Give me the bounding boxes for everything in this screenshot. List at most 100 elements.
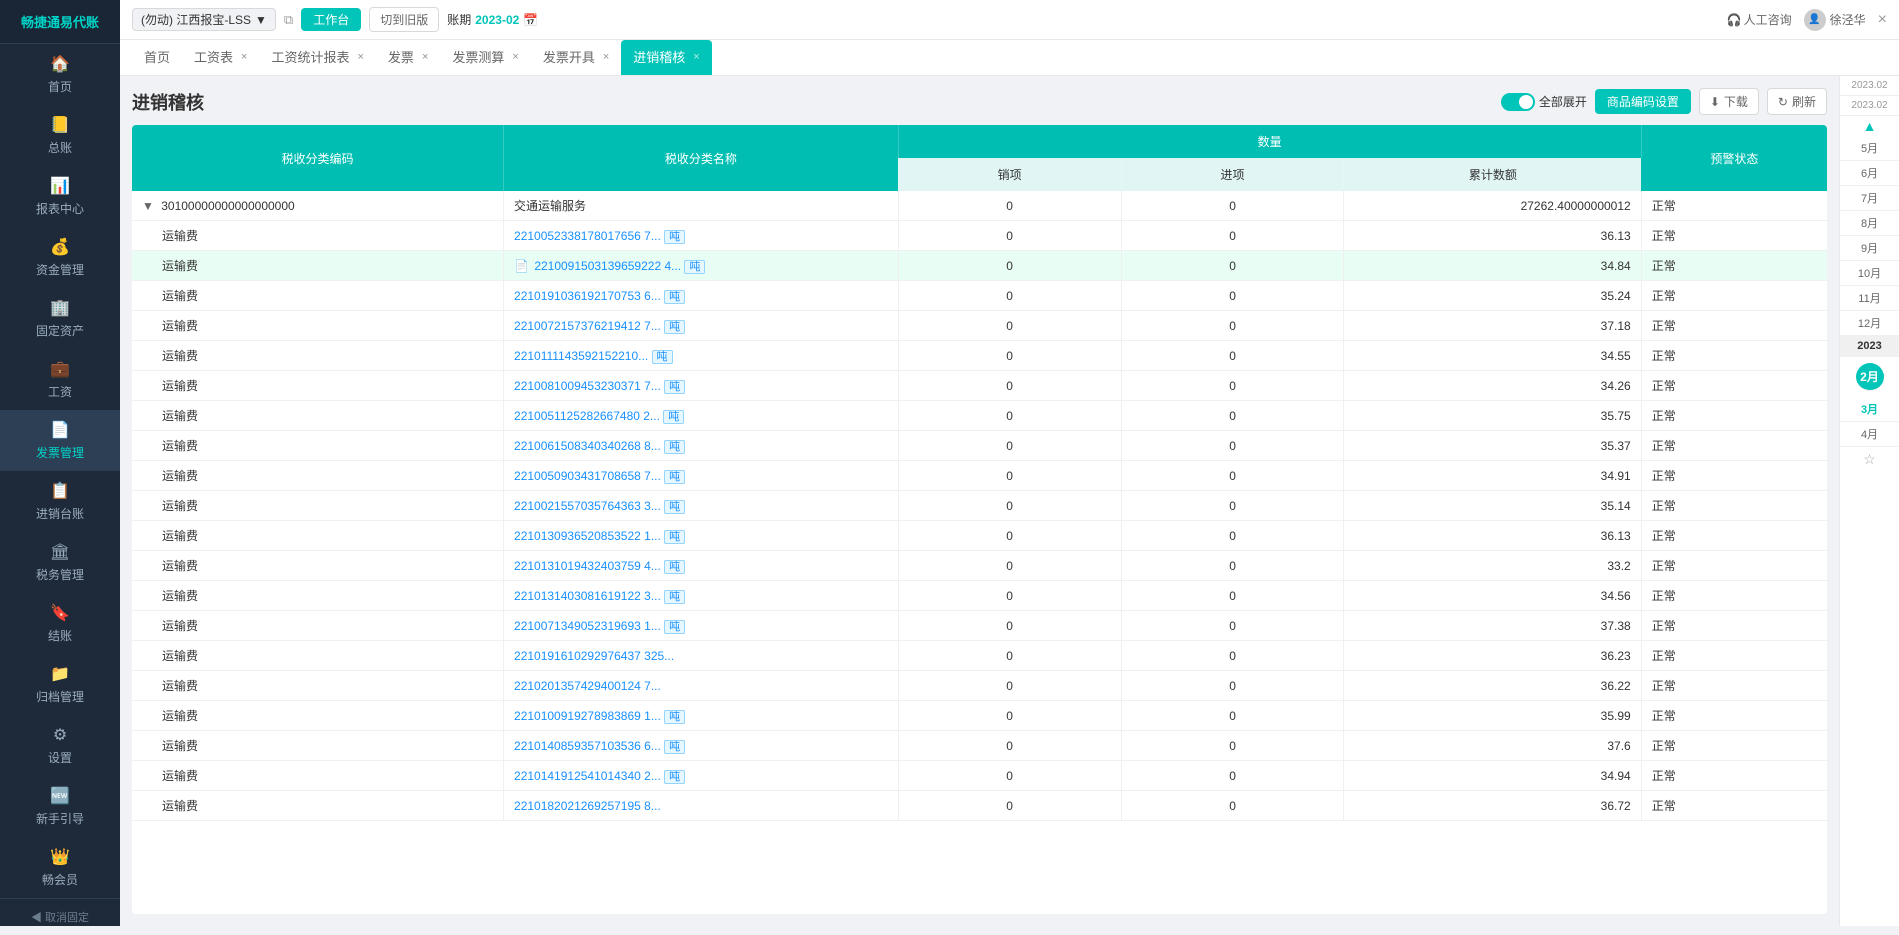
calendar-icon[interactable]: 📅 bbox=[523, 13, 538, 27]
timeline-month-8[interactable]: 8月 bbox=[1840, 211, 1899, 236]
unit-tag[interactable]: 吨 bbox=[664, 380, 685, 394]
sidebar-item-purchase-ledger[interactable]: 📋 进销台账 bbox=[0, 471, 120, 532]
sales-cell: 0 bbox=[898, 791, 1121, 821]
close-icon[interactable]: × bbox=[1878, 11, 1887, 29]
user-menu[interactable]: 👤 徐泾华 bbox=[1804, 9, 1866, 31]
unit-tag[interactable]: 吨 bbox=[663, 410, 684, 424]
sidebar-item-vip[interactable]: 👑 畅会员 bbox=[0, 837, 120, 898]
timeline-up-arrow[interactable]: ▲ bbox=[1840, 116, 1899, 136]
timeline-month-3[interactable]: 3月 bbox=[1840, 397, 1899, 422]
purchase-cell: 0 bbox=[1121, 191, 1344, 221]
unit-tag[interactable]: 吨 bbox=[664, 500, 685, 514]
sidebar-item-label: 归档管理 bbox=[36, 688, 84, 705]
sidebar-item-reports[interactable]: 📊 报表中心 bbox=[0, 166, 120, 227]
tab-home[interactable]: 首页 bbox=[132, 40, 182, 75]
unit-tag[interactable]: 吨 bbox=[664, 740, 685, 754]
tab-close-icon[interactable]: × bbox=[693, 51, 699, 63]
invoice-no-cell: 2210191036192170753 6... 吨 bbox=[504, 281, 899, 311]
support-link[interactable]: 🎧 人工咨询 bbox=[1727, 11, 1792, 28]
tab-close-icon[interactable]: × bbox=[357, 51, 363, 63]
unit-tag[interactable]: 吨 bbox=[664, 560, 685, 574]
tab-salary-table[interactable]: 工资表 × bbox=[182, 40, 259, 75]
tab-invoices[interactable]: 发票 × bbox=[376, 40, 440, 75]
tab-invoice-calc[interactable]: 发票测算 × bbox=[440, 40, 530, 75]
timeline-month-7[interactable]: 7月 bbox=[1840, 186, 1899, 211]
unit-tag[interactable]: 吨 bbox=[664, 440, 685, 454]
timeline-month-4[interactable]: 4月 bbox=[1840, 422, 1899, 447]
purchase-ledger-icon: 📋 bbox=[50, 481, 70, 501]
sidebar-item-tax[interactable]: 🏛 税务管理 bbox=[0, 532, 120, 593]
unit-tag[interactable]: 吨 bbox=[664, 320, 685, 334]
favorite-icon[interactable]: ☆ bbox=[1840, 447, 1899, 472]
timeline-month-11[interactable]: 11月 bbox=[1840, 286, 1899, 311]
timeline-month-6[interactable]: 6月 bbox=[1840, 161, 1899, 186]
table-row: 运输费 2210111143592152210... 吨 0 0 34.55 正… bbox=[132, 341, 1827, 371]
archive-icon: 📁 bbox=[50, 664, 70, 684]
unit-tag[interactable]: 吨 bbox=[664, 770, 685, 784]
sidebar-item-ledger[interactable]: 📒 总账 bbox=[0, 105, 120, 166]
invoice-no-cell: 2210191610292976437 325... bbox=[504, 641, 899, 671]
sidebar-item-label: 设置 bbox=[48, 749, 72, 766]
tab-close-icon[interactable]: × bbox=[512, 51, 518, 63]
refresh-button[interactable]: ↻ 刷新 bbox=[1767, 88, 1827, 115]
sidebar-item-salary[interactable]: 💼 工资 bbox=[0, 349, 120, 410]
sidebar-item-home[interactable]: 🏠 首页 bbox=[0, 44, 120, 105]
unit-tag[interactable]: 吨 bbox=[684, 260, 705, 274]
copy-icon[interactable]: ⧉ bbox=[284, 12, 293, 28]
tab-salary-stats[interactable]: 工资统计报表 × bbox=[259, 40, 375, 75]
purchase-cell: 0 bbox=[1121, 341, 1344, 371]
timeline-month-9[interactable]: 9月 bbox=[1840, 236, 1899, 261]
unit-tag[interactable]: 吨 bbox=[664, 230, 685, 244]
company-selector[interactable]: (勿动) 江西报宝-LSS ▼ bbox=[132, 8, 276, 31]
sidebar-item-label: 报表中心 bbox=[36, 200, 84, 217]
sidebar-item-assets[interactable]: 🏢 固定资产 bbox=[0, 288, 120, 349]
timeline-month-12[interactable]: 12月 bbox=[1840, 311, 1899, 336]
tab-close-icon[interactable]: × bbox=[422, 51, 428, 63]
workspace-button[interactable]: 工作台 bbox=[301, 8, 361, 31]
unit-tag[interactable]: 吨 bbox=[664, 470, 685, 484]
unit-tag[interactable]: 吨 bbox=[664, 590, 685, 604]
expand-toggle[interactable] bbox=[1501, 93, 1535, 111]
tab-invoice-issue[interactable]: 发票开具 × bbox=[531, 40, 621, 75]
sidebar-item-archive[interactable]: 📁 归档管理 bbox=[0, 654, 120, 715]
unit-tag[interactable]: 吨 bbox=[664, 620, 685, 634]
purchase-cell: 0 bbox=[1121, 551, 1344, 581]
item-name-cell: 运输费 bbox=[132, 581, 504, 611]
cumulative-cell: 36.72 bbox=[1344, 791, 1641, 821]
expand-icon[interactable]: ▼ bbox=[142, 199, 154, 213]
tab-close-icon[interactable]: × bbox=[603, 51, 609, 63]
purchase-cell: 0 bbox=[1121, 791, 1344, 821]
status-cell: 正常 bbox=[1641, 551, 1827, 581]
unit-tag[interactable]: 吨 bbox=[664, 530, 685, 544]
unit-tag[interactable]: 吨 bbox=[664, 290, 685, 304]
unit-tag[interactable]: 吨 bbox=[652, 350, 673, 364]
sales-cell: 0 bbox=[898, 611, 1121, 641]
tab-sales-check[interactable]: 进销稽核 × bbox=[621, 40, 711, 75]
sidebar-item-settings[interactable]: ⚙ 设置 bbox=[0, 715, 120, 776]
tab-close-icon[interactable]: × bbox=[241, 51, 247, 63]
table-scroll-area[interactable]: 税收分类编码 税收分类名称 数量 预警状态 销项 进项 累计数额 bbox=[132, 125, 1827, 914]
sidebar-item-invoice-mgmt[interactable]: 📄 发票管理 bbox=[0, 410, 120, 471]
unpin-button[interactable]: ◀ 取消固定 bbox=[0, 898, 120, 935]
sidebar-item-guide[interactable]: 🆕 新手引导 bbox=[0, 776, 120, 837]
switch-version-button[interactable]: 切到旧版 bbox=[369, 7, 439, 32]
product-code-settings-button[interactable]: 商品编码设置 bbox=[1595, 89, 1691, 114]
invoice-no-cell: 2210081009453230371 7... 吨 bbox=[504, 371, 899, 401]
sidebar-item-funds[interactable]: 💰 资金管理 bbox=[0, 227, 120, 288]
table-row: 运输费 2210021557035764363 3... 吨 0 0 35.14… bbox=[132, 491, 1827, 521]
item-name-cell: 运输费 bbox=[132, 461, 504, 491]
timeline-month-10[interactable]: 10月 bbox=[1840, 261, 1899, 286]
unit-tag[interactable]: 吨 bbox=[664, 710, 685, 724]
table-row: 运输费 2210100919278983869 1... 吨 0 0 35.99… bbox=[132, 701, 1827, 731]
timeline-month-5[interactable]: 5月 bbox=[1840, 136, 1899, 161]
sidebar-item-closing[interactable]: 🔖 结账 bbox=[0, 593, 120, 654]
invoice-no-cell: 2210111143592152210... 吨 bbox=[504, 341, 899, 371]
timeline-month-2-active[interactable]: 2月 bbox=[1856, 363, 1884, 391]
sales-cell: 0 bbox=[898, 431, 1121, 461]
username: 徐泾华 bbox=[1830, 11, 1866, 28]
table-row: ▼ 30100000000000000000 交通运输服务 0 0 27262.… bbox=[132, 191, 1827, 221]
purchase-cell: 0 bbox=[1121, 671, 1344, 701]
sales-cell: 0 bbox=[898, 371, 1121, 401]
sales-cell: 0 bbox=[898, 281, 1121, 311]
download-button[interactable]: ⬇ 下载 bbox=[1699, 88, 1759, 115]
